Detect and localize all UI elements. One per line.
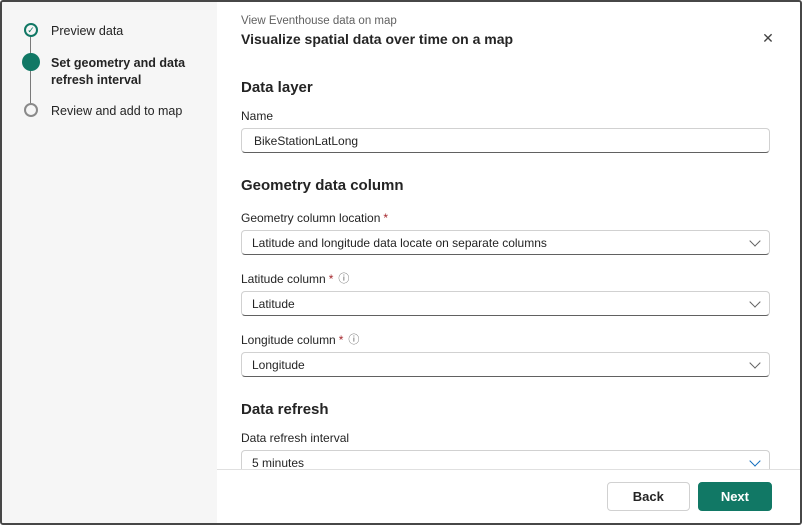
chevron-down-icon [749,235,760,246]
info-icon[interactable]: ⓘ [348,335,359,346]
dropdown-value: 5 minutes [252,456,304,470]
longitude-column-label: Longitude column * ⓘ [241,333,770,347]
step-completed-check-icon: ✓ [24,23,38,37]
wizard-main-panel: View Eventhouse data on map Visualize sp… [217,2,800,523]
required-marker: * [329,272,334,286]
form-content: Data layer Name Geometry data column Geo… [217,79,800,475]
dialog-footer: Back Next [217,469,800,523]
next-button[interactable]: Next [698,482,772,511]
back-button[interactable]: Back [607,482,690,511]
step-label: Review and add to map [51,102,182,120]
wizard-sidebar: ✓ Preview data Set geometry and data ref… [2,2,217,523]
geometry-column-location-label: Geometry column location * [241,211,770,225]
required-marker: * [339,333,344,347]
name-label: Name [241,109,770,123]
dropdown-value: Latitude [252,297,295,311]
info-icon[interactable]: ⓘ [338,274,349,285]
close-icon[interactable]: ✕ [756,26,780,50]
step-pending-circle-icon [24,103,38,117]
stepper: ✓ Preview data Set geometry and data ref… [2,2,217,120]
data-refresh-interval-label: Data refresh interval [241,431,770,445]
step-label: Preview data [51,22,123,40]
step-review-add[interactable]: Review and add to map [22,102,203,120]
dialog-header: View Eventhouse data on map Visualize sp… [217,2,800,47]
required-marker: * [383,211,388,225]
step-preview-data[interactable]: ✓ Preview data [22,22,203,40]
geometry-column-location-dropdown[interactable]: Latitude and longitude data locate on se… [241,230,770,255]
page-title: Visualize spatial data over time on a ma… [241,31,776,47]
chevron-down-icon [749,296,760,307]
step-set-geometry[interactable]: Set geometry and data refresh interval [22,53,203,89]
chevron-down-icon [749,455,760,466]
longitude-column-dropdown[interactable]: Longitude [241,352,770,377]
latitude-column-dropdown[interactable]: Latitude [241,291,770,316]
name-field-wrapper [241,128,770,153]
dialog-eyebrow: View Eventhouse data on map [241,15,776,27]
chevron-down-icon [749,357,760,368]
section-heading-geometry: Geometry data column [241,177,770,194]
section-heading-data-refresh: Data refresh [241,401,770,418]
step-active-dot-icon [22,53,40,71]
dropdown-value: Latitude and longitude data locate on se… [252,236,547,250]
step-label: Set geometry and data refresh interval [51,53,203,89]
dropdown-value: Longitude [252,358,305,372]
latitude-column-label: Latitude column * ⓘ [241,272,770,286]
wizard-dialog: ✓ Preview data Set geometry and data ref… [0,0,802,525]
section-heading-data-layer: Data layer [241,79,770,96]
name-input[interactable] [252,133,759,149]
